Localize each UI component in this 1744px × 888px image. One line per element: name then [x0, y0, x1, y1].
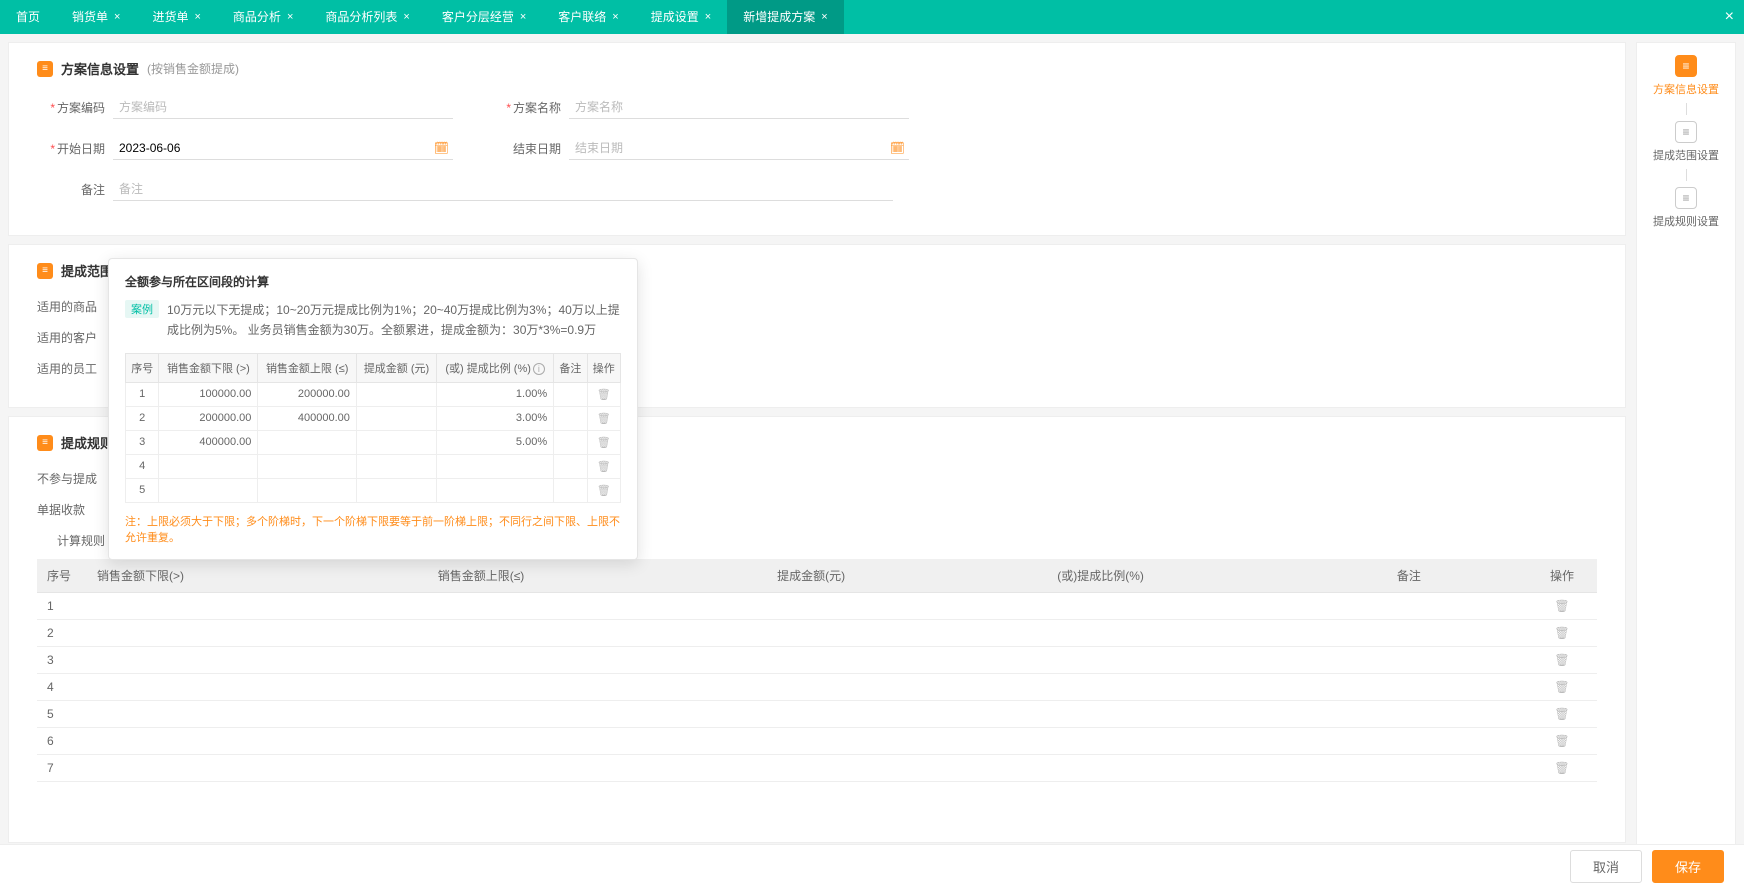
tooltip-note: 注：上限必须大于下限；多个阶梯时，下一个阶梯下限要等于前一阶梯上限；不同行之间下…: [125, 513, 621, 545]
step-scope[interactable]: ≡ 提成范围设置: [1641, 121, 1731, 163]
table-row: 1100000.00200000.001.00%🗑: [126, 382, 621, 406]
trash-icon[interactable]: 🗑: [597, 413, 611, 425]
trash-icon[interactable]: 🗑: [1554, 734, 1569, 748]
tabs-bar: 首页 销货单× 进货单× 商品分析× 商品分析列表× 客户分层经营× 客户联络×…: [0, 0, 1744, 34]
tab-customer-segment[interactable]: 客户分层经营×: [426, 0, 542, 34]
trash-icon[interactable]: 🗑: [597, 437, 611, 449]
panel-title: 方案信息设置: [61, 59, 139, 78]
trash-icon[interactable]: 🗑: [1554, 680, 1569, 694]
close-icon[interactable]: ×: [821, 0, 827, 34]
trash-icon[interactable]: 🗑: [597, 485, 611, 497]
close-icon[interactable]: ×: [520, 0, 526, 34]
trash-icon[interactable]: 🗑: [1554, 707, 1569, 721]
col-index: 序号: [37, 559, 87, 593]
step-icon: ≡: [1675, 55, 1697, 77]
example-tag: 案例: [125, 300, 159, 318]
tab-sales-order[interactable]: 销货单×: [56, 0, 136, 34]
code-input[interactable]: [113, 96, 453, 119]
trash-icon[interactable]: 🗑: [597, 389, 611, 401]
close-icon[interactable]: ×: [705, 0, 711, 34]
col-low: 销售金额下限(>): [87, 559, 428, 593]
step-nav: ≡ 方案信息设置 ≡ 提成范围设置 ≡ 提成规则设置: [1636, 42, 1736, 851]
col-high: 销售金额上限(≤): [428, 559, 767, 593]
panel-subtitle: (按销售金额提成): [147, 60, 239, 77]
table-row[interactable]: 3🗑: [37, 647, 1597, 674]
example-table: 序号 销售金额下限 (>) 销售金额上限 (≤) 提成金额 (元) (或) 提成…: [125, 353, 621, 503]
table-row[interactable]: 7🗑: [37, 755, 1597, 782]
tab-commission-settings[interactable]: 提成设置×: [635, 0, 727, 34]
remark-input[interactable]: [113, 178, 893, 201]
remark-label: 备注: [37, 181, 105, 198]
table-row: 2200000.00400000.003.00%🗑: [126, 406, 621, 430]
col-remark: 备注: [1387, 559, 1527, 593]
table-row[interactable]: 1🗑: [37, 593, 1597, 620]
example-text: 10万元以下无提成；10~20万元提成比例为1%；20~40万提成比例为3%；4…: [167, 300, 621, 341]
tab-purchase-order[interactable]: 进货单×: [136, 0, 216, 34]
table-row[interactable]: 4🗑: [37, 674, 1597, 701]
tooltip-title: 全额参与所在区间段的计算: [125, 273, 621, 290]
name-input[interactable]: [569, 96, 909, 119]
panel-plan-info: ≡ 方案信息设置 (按销售金额提成) *方案编码 *方案名称 *开始日期 🗓 结…: [8, 42, 1626, 236]
end-date-input[interactable]: [569, 137, 909, 160]
step-icon: ≡: [1675, 187, 1697, 209]
start-date-input[interactable]: [113, 137, 453, 160]
close-icon[interactable]: ×: [403, 0, 409, 34]
save-button[interactable]: 保存: [1652, 850, 1724, 883]
end-date-label: 结束日期: [493, 140, 561, 157]
table-row[interactable]: 6🗑: [37, 728, 1597, 755]
close-all-icon[interactable]: ×: [1725, 8, 1734, 26]
step-plan-info[interactable]: ≡ 方案信息设置: [1641, 55, 1731, 97]
tab-new-commission-plan[interactable]: 新增提成方案×: [727, 0, 843, 34]
close-icon[interactable]: ×: [287, 0, 293, 34]
tab-home[interactable]: 首页: [0, 0, 56, 34]
table-row[interactable]: 5🗑: [37, 701, 1597, 728]
col-action: 操作: [1527, 559, 1597, 593]
calc-rule-label: 计算规则: [37, 532, 105, 549]
section-icon: ≡: [37, 435, 53, 451]
close-icon[interactable]: ×: [194, 0, 200, 34]
trash-icon[interactable]: 🗑: [1554, 599, 1569, 613]
tab-product-analysis[interactable]: 商品分析×: [217, 0, 309, 34]
step-rules[interactable]: ≡ 提成规则设置: [1641, 187, 1731, 229]
trash-icon[interactable]: 🗑: [597, 461, 611, 473]
close-icon[interactable]: ×: [612, 0, 618, 34]
tooltip-popup: 全额参与所在区间段的计算 案例 10万元以下无提成；10~20万元提成比例为1%…: [108, 258, 638, 560]
info-icon[interactable]: i: [533, 363, 545, 375]
close-icon[interactable]: ×: [114, 0, 120, 34]
trash-icon[interactable]: 🗑: [1554, 653, 1569, 667]
section-icon: ≡: [37, 263, 53, 279]
col-amount: 提成金额(元): [767, 559, 1047, 593]
col-ratio: (或)提成比例(%): [1047, 559, 1387, 593]
rules-table: 序号 销售金额下限(>) 销售金额上限(≤) 提成金额(元) (或)提成比例(%…: [37, 559, 1597, 782]
cancel-button[interactable]: 取消: [1570, 850, 1642, 883]
start-date-label: *开始日期: [37, 140, 105, 157]
code-label: *方案编码: [37, 99, 105, 116]
table-row: 4🗑: [126, 454, 621, 478]
table-row: 5🗑: [126, 478, 621, 502]
trash-icon[interactable]: 🗑: [1554, 761, 1569, 775]
table-row: 3400000.005.00%🗑: [126, 430, 621, 454]
tab-product-analysis-list[interactable]: 商品分析列表×: [309, 0, 425, 34]
section-icon: ≡: [37, 61, 53, 77]
step-icon: ≡: [1675, 121, 1697, 143]
trash-icon[interactable]: 🗑: [1554, 626, 1569, 640]
table-row[interactable]: 2🗑: [37, 620, 1597, 647]
tab-customer-contact[interactable]: 客户联络×: [542, 0, 634, 34]
footer-bar: 取消 保存: [0, 844, 1744, 888]
name-label: *方案名称: [493, 99, 561, 116]
